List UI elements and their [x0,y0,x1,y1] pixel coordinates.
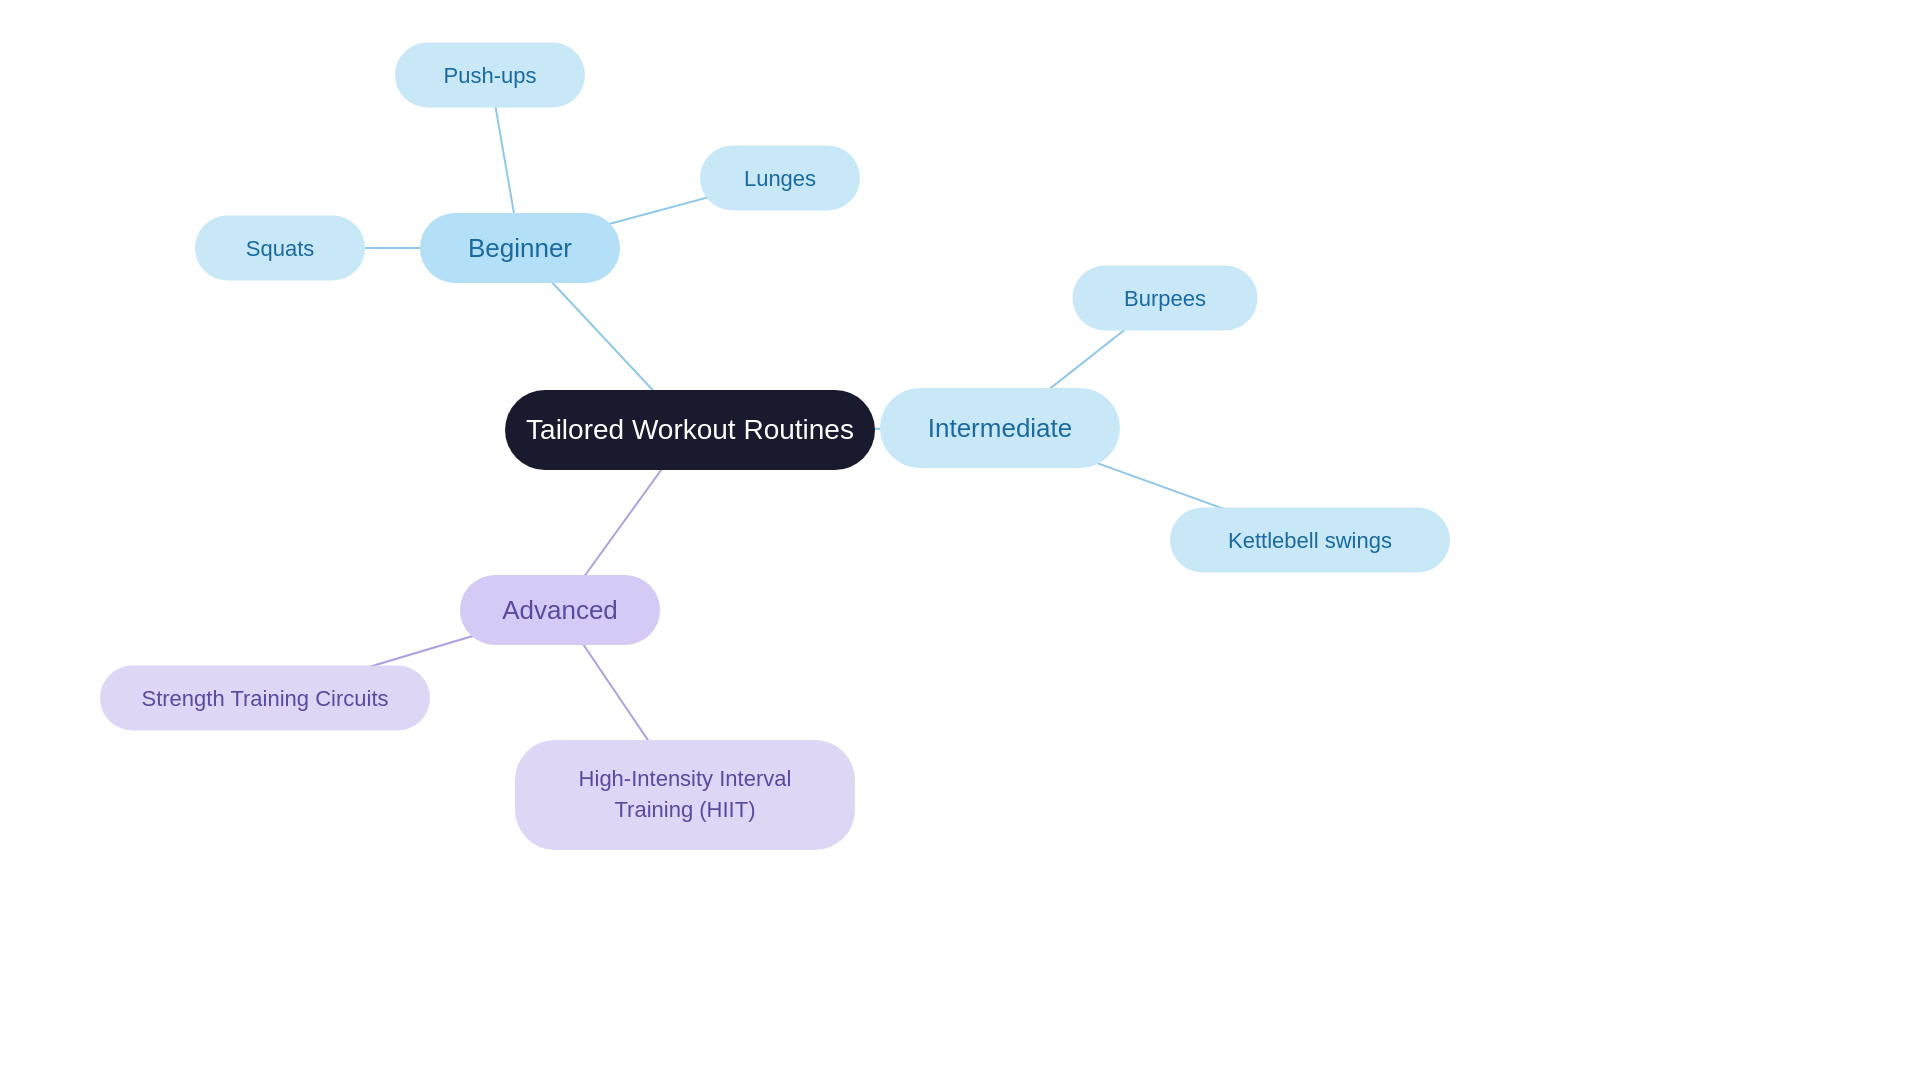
hiit-label: High-Intensity Interval Training (HIIT) [555,764,815,826]
pushups-node[interactable]: Push-ups [395,43,585,108]
kettlebell-label: Kettlebell swings [1228,527,1392,553]
burpees-node[interactable]: Burpees [1073,266,1258,331]
hiit-node[interactable]: High-Intensity Interval Training (HIIT) [515,740,855,850]
advanced-label: Advanced [502,595,618,626]
pushups-label: Push-ups [444,62,537,88]
kettlebell-node[interactable]: Kettlebell swings [1170,508,1450,573]
advanced-node[interactable]: Advanced [460,575,660,645]
strength-node[interactable]: Strength Training Circuits [100,666,430,731]
beginner-label: Beginner [468,233,572,264]
intermediate-node[interactable]: Intermediate [880,388,1120,468]
burpees-label: Burpees [1124,285,1206,311]
beginner-node[interactable]: Beginner [420,213,620,283]
strength-label: Strength Training Circuits [142,685,389,711]
center-node[interactable]: Tailored Workout Routines [505,390,875,470]
center-node-label: Tailored Workout Routines [526,414,854,446]
intermediate-label: Intermediate [928,413,1073,444]
squats-label: Squats [246,235,315,261]
lunges-node[interactable]: Lunges [700,146,860,211]
squats-node[interactable]: Squats [195,216,365,281]
lunges-label: Lunges [744,165,816,191]
